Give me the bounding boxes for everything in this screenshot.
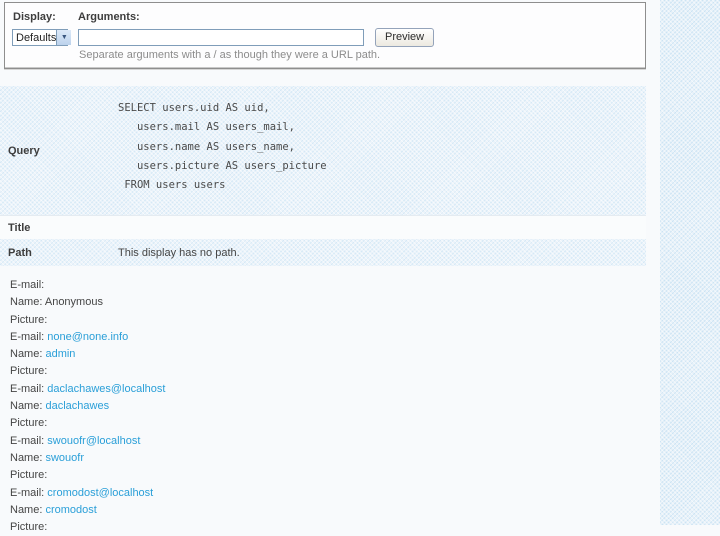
query-sql: SELECT users.uid AS uid, users.mail AS u… — [118, 102, 327, 192]
field-name: Name: admin — [10, 346, 640, 363]
query-label: Query — [8, 144, 40, 157]
email-label: E-mail: — [10, 382, 45, 395]
user-link[interactable]: admin — [45, 348, 75, 360]
email-link[interactable]: swouofr@localhost — [47, 435, 140, 447]
preview-button[interactable]: Preview — [375, 28, 435, 47]
user-link[interactable]: swouofr — [45, 452, 84, 464]
name-label: Name: — [10, 451, 43, 464]
path-value: This display has no path. — [118, 246, 240, 259]
email-label: E-mail: — [10, 486, 45, 499]
user-link[interactable]: cromodost — [45, 504, 96, 516]
name-label: Name: — [10, 400, 43, 413]
email-label: E-mail: — [10, 330, 45, 343]
view-results: E-mail: Name: Anonymous Picture: E-mail:… — [10, 277, 640, 536]
arguments-description: Separate arguments with a / as though th… — [79, 49, 381, 61]
email-link[interactable]: none@none.info — [47, 331, 128, 343]
field-picture: Picture: — [10, 415, 640, 432]
picture-label: Picture: — [10, 365, 48, 378]
title-row: Title — [0, 215, 646, 239]
picture-label: Picture: — [10, 521, 48, 534]
field-email: E-mail: cromodost@localhost — [10, 485, 640, 502]
field-email: E-mail: none@none.info — [10, 329, 640, 346]
arguments-input[interactable] — [78, 29, 364, 46]
display-select-value: Defaults — [16, 31, 57, 44]
field-email: E-mail: — [10, 277, 640, 294]
field-picture: Picture: — [10, 363, 640, 380]
field-picture: Picture: — [10, 519, 640, 536]
field-name: Name: swouofr — [10, 450, 640, 467]
field-picture: Picture: — [10, 467, 640, 484]
path-row: Path This display has no path. — [0, 239, 646, 266]
display-select[interactable]: Defaults ▼ — [12, 29, 72, 46]
preview-meta-table: Query SELECT users.uid AS uid, users.mai… — [0, 86, 646, 266]
email-label: E-mail: — [10, 279, 45, 291]
field-picture: Picture: — [10, 312, 640, 329]
name-label: Name: — [10, 503, 43, 516]
field-email: E-mail: daclachawes@localhost — [10, 381, 640, 398]
user-link[interactable]: daclachawes — [45, 400, 109, 412]
field-name: Name: daclachawes — [10, 398, 640, 415]
name-label: Name: — [10, 296, 43, 309]
picture-label: Picture: — [10, 417, 48, 430]
field-name: Name: Anonymous — [10, 294, 640, 311]
picture-label: Picture: — [10, 469, 48, 482]
email-label: E-mail: — [10, 434, 45, 447]
email-link[interactable]: daclachawes@localhost — [47, 383, 165, 395]
arguments-label: Arguments: — [78, 11, 140, 23]
name-label: Name: — [10, 348, 43, 361]
name-value: Anonymous — [44, 296, 103, 309]
field-name: Name: cromodost — [10, 502, 640, 519]
field-email: E-mail: swouofr@localhost — [10, 433, 640, 450]
preview-form: Display: Arguments: Defaults ▼ Preview S… — [4, 2, 646, 69]
chevron-down-icon[interactable]: ▼ — [56, 30, 72, 45]
page-background-panel — [660, 0, 720, 525]
display-label: Display: — [13, 11, 56, 23]
path-label: Path — [8, 246, 32, 259]
title-label: Title — [8, 221, 31, 234]
query-row: Query SELECT users.uid AS uid, users.mai… — [0, 86, 646, 215]
email-link[interactable]: cromodost@localhost — [47, 487, 153, 499]
picture-label: Picture: — [10, 313, 48, 326]
